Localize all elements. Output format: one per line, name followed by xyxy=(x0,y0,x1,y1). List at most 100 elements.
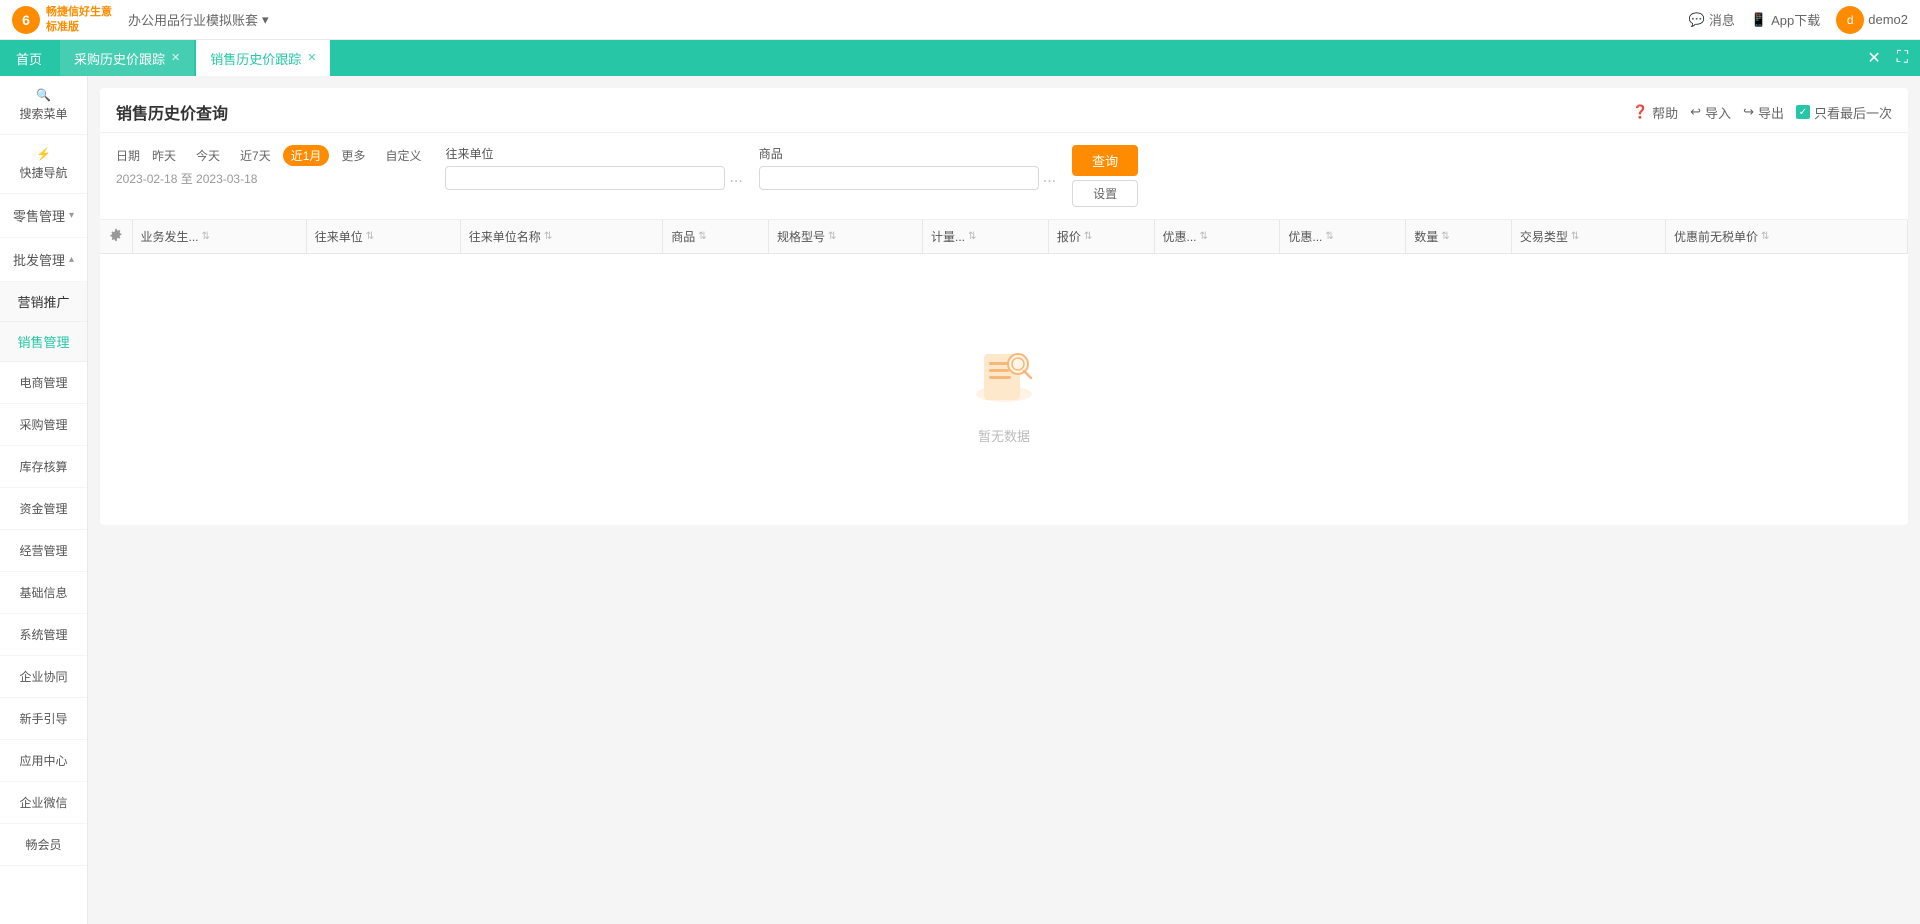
tab-close-sales[interactable]: ✕ xyxy=(307,53,316,64)
sort-icon: ⇅ xyxy=(968,231,976,242)
customer-picker-button[interactable]: ... xyxy=(729,169,742,187)
empty-icon xyxy=(964,334,1044,414)
sidebar-item-enterprise-collab[interactable]: 企业协同 xyxy=(0,656,87,698)
th-spec[interactable]: 规格型号 ⇅ xyxy=(768,220,922,254)
sidebar-item-purchase[interactable]: 采购管理 xyxy=(0,404,87,446)
sidebar-item-basic-info[interactable]: 基础信息 xyxy=(0,572,87,614)
date-filter-group: 日期 昨天 今天 近7天 近1月 更多 自定义 2023-02-18 至 202… xyxy=(116,145,429,187)
customer-label: 往来单位 xyxy=(445,145,742,162)
sidebar-item-retail[interactable]: 零售管理 ▾ xyxy=(0,194,87,238)
sort-icon: ⇅ xyxy=(202,231,210,242)
th-transaction-type[interactable]: 交易类型 ⇅ xyxy=(1511,220,1665,254)
product-label: 商品 xyxy=(759,145,1056,162)
th-product[interactable]: 商品 ⇅ xyxy=(663,220,769,254)
checkbox-checked-icon: ✓ xyxy=(1796,105,1810,119)
data-table: 业务发生... ⇅ 往来单位 ⇅ xyxy=(100,220,1908,254)
chevron-down-icon: ▾ xyxy=(262,12,269,28)
date-filter-row: 日期 昨天 今天 近7天 近1月 更多 自定义 xyxy=(116,145,429,166)
table-container: 业务发生... ⇅ 往来单位 ⇅ xyxy=(100,220,1908,525)
help-button[interactable]: ❓ 帮助 xyxy=(1632,103,1678,122)
export-icon: ↪ xyxy=(1743,104,1754,120)
tab-bar: 首页 采购历史价跟踪 ✕ 销售历史价跟踪 ✕ ✕ ⛶ xyxy=(0,40,1920,76)
sidebar-item-marketing[interactable]: 营销推广 xyxy=(0,282,87,322)
sort-icon: ⇅ xyxy=(1571,231,1579,242)
only-last-checkbox[interactable]: ✓ 只看最后一次 xyxy=(1796,103,1892,122)
th-settings[interactable] xyxy=(100,220,132,254)
import-icon: ↩ xyxy=(1690,104,1701,120)
tab-close-all-button[interactable]: ✕ xyxy=(1863,44,1884,72)
sidebar-item-search[interactable]: 🔍 搜索菜单 xyxy=(0,76,87,135)
query-btn-area: 查询 设置 xyxy=(1072,145,1138,207)
tab-purchase-history[interactable]: 采购历史价跟踪 ✕ xyxy=(60,40,194,76)
th-unit[interactable]: 计量... ⇅ xyxy=(923,220,1049,254)
export-button[interactable]: ↪ 导出 xyxy=(1743,103,1784,122)
app-download-button[interactable]: 📱 App下载 xyxy=(1751,10,1820,29)
sidebar-item-new-guide[interactable]: 新手引导 xyxy=(0,698,87,740)
sidebar-item-ecommerce[interactable]: 电商管理 xyxy=(0,362,87,404)
sidebar-item-inventory[interactable]: 库存核算 xyxy=(0,446,87,488)
date-btn-custom[interactable]: 自定义 xyxy=(377,145,429,166)
main-layout: 🔍 搜索菜单 ⚡ 快捷导航 零售管理 ▾ 批发管理 ▴ 营销推广 销售管理 电商… xyxy=(0,76,1920,924)
sidebar-item-operations[interactable]: 经营管理 xyxy=(0,530,87,572)
logo-area: 6 畅捷信好生意 标准版 xyxy=(12,5,112,34)
sidebar-item-app-center[interactable]: 应用中心 xyxy=(0,740,87,782)
search-icon: 🔍 xyxy=(36,88,51,102)
th-quantity[interactable]: 数量 ⇅ xyxy=(1406,220,1512,254)
content-area: 销售历史价查询 ❓ 帮助 ↩ 导入 ↪ 导出 xyxy=(88,76,1920,924)
product-input-row: ... xyxy=(759,166,1056,190)
app-selector[interactable]: 办公用品行业模拟账套 ▾ xyxy=(120,6,277,33)
sort-icon: ⇅ xyxy=(828,231,836,242)
import-button[interactable]: ↩ 导入 xyxy=(1690,103,1731,122)
th-partner-name[interactable]: 往来单位名称 ⇅ xyxy=(460,220,662,254)
sidebar-item-member[interactable]: 畅会员 xyxy=(0,824,87,866)
sidebar-item-enterprise-wechat[interactable]: 企业微信 xyxy=(0,782,87,824)
th-price[interactable]: 报价 ⇅ xyxy=(1048,220,1154,254)
th-pretax-price[interactable]: 优惠前无税单价 ⇅ xyxy=(1665,220,1907,254)
empty-state: 暂无数据 xyxy=(100,254,1908,525)
tab-sales-history[interactable]: 销售历史价跟踪 ✕ xyxy=(196,40,330,76)
product-filter-group: 商品 ... xyxy=(759,145,1056,190)
filter-area: 日期 昨天 今天 近7天 近1月 更多 自定义 2023-02-18 至 202… xyxy=(100,133,1908,220)
date-btn-1month[interactable]: 近1月 xyxy=(283,145,330,166)
date-btn-more[interactable]: 更多 xyxy=(333,145,373,166)
sort-icon: ⇅ xyxy=(1084,231,1092,242)
sidebar-item-wholesale[interactable]: 批发管理 ▴ xyxy=(0,238,87,282)
customer-input[interactable] xyxy=(445,166,725,190)
date-range-text: 2023-02-18 至 2023-03-18 xyxy=(116,170,429,187)
query-button[interactable]: 查询 xyxy=(1072,145,1138,176)
sort-icon: ⇅ xyxy=(544,231,552,242)
download-icon: 📱 xyxy=(1751,12,1767,28)
top-bar: 6 畅捷信好生意 标准版 办公用品行业模拟账套 ▾ 💬 消息 📱 App下载 d… xyxy=(0,0,1920,40)
logo-text: 畅捷信好生意 标准版 xyxy=(46,5,112,34)
top-bar-right: 💬 消息 📱 App下载 d demo2 xyxy=(1689,6,1908,34)
sort-icon: ⇅ xyxy=(698,231,706,242)
nav-icon: ⚡ xyxy=(36,147,51,161)
th-partner-code[interactable]: 往来单位 ⇅ xyxy=(306,220,460,254)
avatar: d xyxy=(1836,6,1864,34)
sort-icon: ⇅ xyxy=(1761,231,1769,242)
product-picker-button[interactable]: ... xyxy=(1043,169,1056,187)
tab-maximize-button[interactable]: ⛶ xyxy=(1893,45,1912,71)
date-btn-today[interactable]: 今天 xyxy=(188,145,228,166)
chevron-up-icon: ▴ xyxy=(69,254,74,265)
date-btn-7days[interactable]: 近7天 xyxy=(232,145,279,166)
tab-close-purchase[interactable]: ✕ xyxy=(171,53,180,64)
message-icon: 💬 xyxy=(1689,12,1705,28)
message-button[interactable]: 💬 消息 xyxy=(1689,10,1735,29)
product-input[interactable] xyxy=(759,166,1039,190)
th-discount1[interactable]: 优惠... ⇅ xyxy=(1154,220,1280,254)
date-btn-yesterday[interactable]: 昨天 xyxy=(144,145,184,166)
settings-button[interactable]: 设置 xyxy=(1072,180,1138,207)
th-business-date[interactable]: 业务发生... ⇅ xyxy=(132,220,306,254)
sidebar-item-quick-nav[interactable]: ⚡ 快捷导航 xyxy=(0,135,87,194)
sidebar-item-sales-mgmt[interactable]: 销售管理 xyxy=(0,322,87,362)
user-menu[interactable]: d demo2 xyxy=(1836,6,1908,34)
sidebar-item-system[interactable]: 系统管理 xyxy=(0,614,87,656)
th-discount2[interactable]: 优惠... ⇅ xyxy=(1280,220,1406,254)
tab-home[interactable]: 首页 xyxy=(0,40,58,76)
page-title: 销售历史价查询 xyxy=(116,100,228,124)
logo-icon: 6 xyxy=(12,6,40,34)
chevron-down-icon: ▾ xyxy=(69,210,74,221)
sort-icon: ⇅ xyxy=(1200,231,1208,242)
sidebar-item-finance[interactable]: 资金管理 xyxy=(0,488,87,530)
